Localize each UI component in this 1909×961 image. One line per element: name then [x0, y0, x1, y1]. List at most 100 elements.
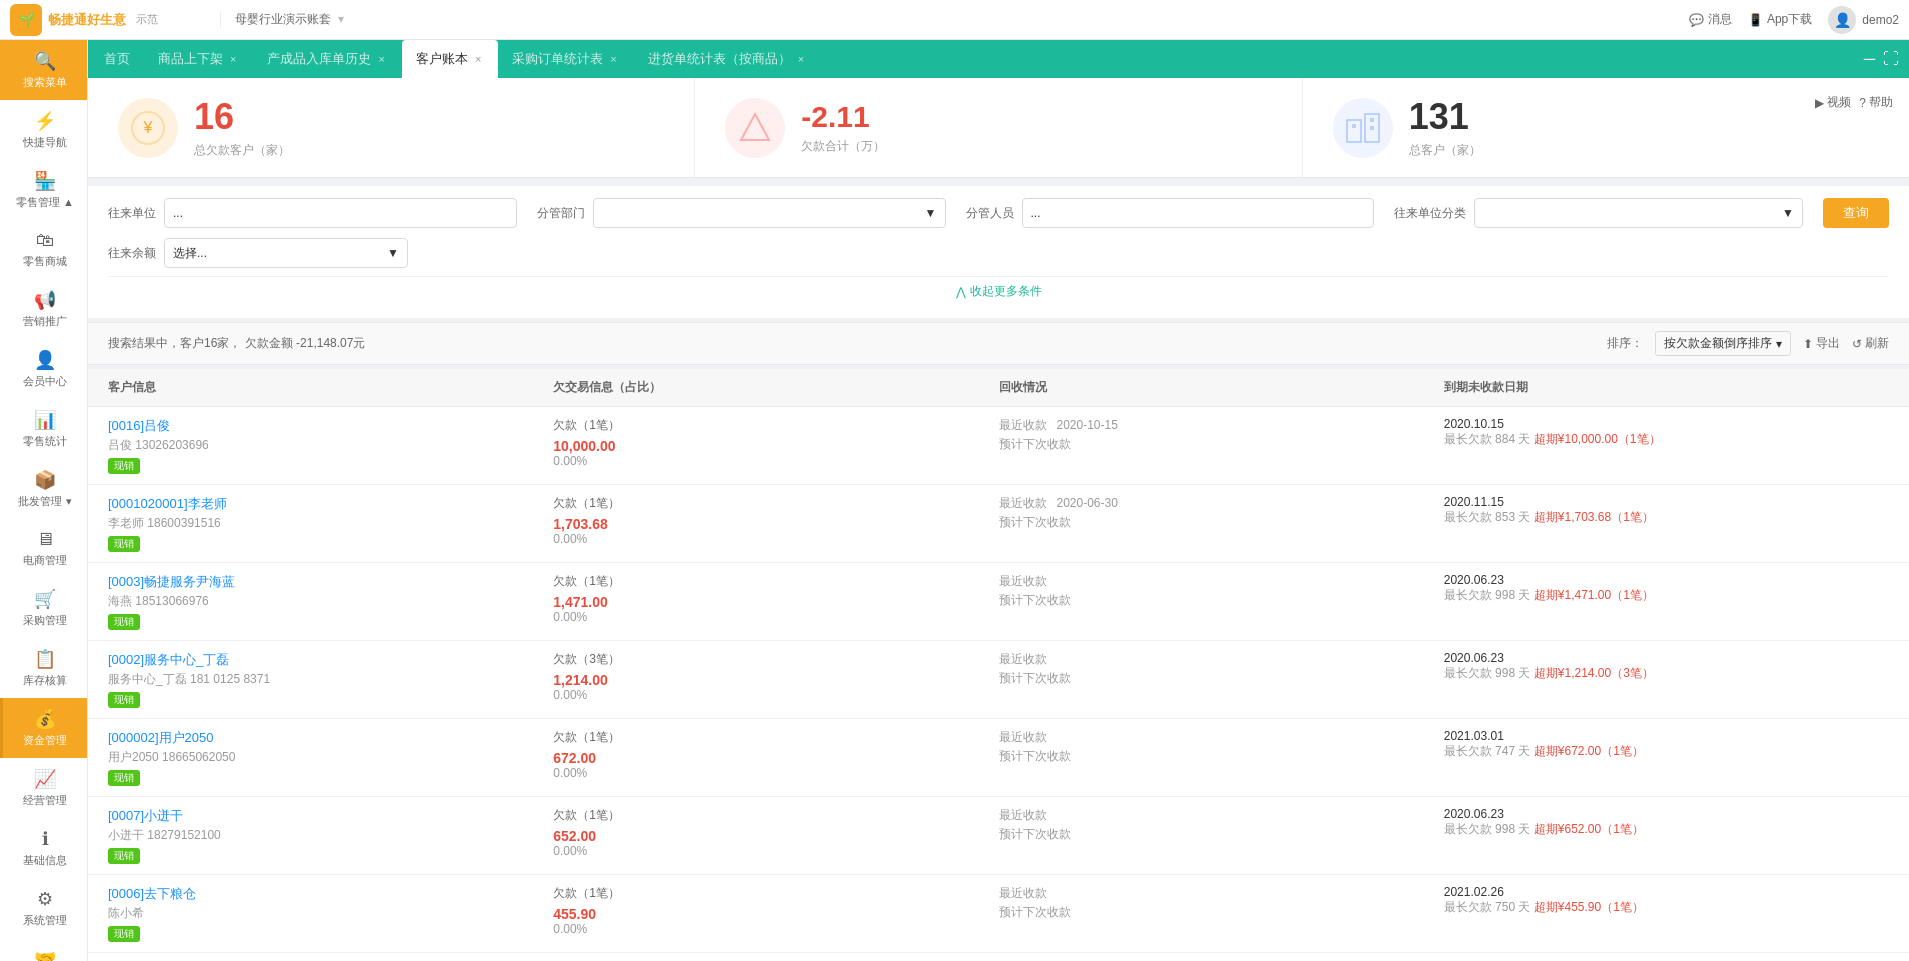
results-right: 排序： 按欠款金额倒序排序 ▾ ⬆ 导出 ↺ 刷新	[1607, 331, 1889, 356]
overdue-link[interactable]: 超期¥1,471.00（1笔）	[1534, 588, 1654, 602]
tab-purchase-stats-close[interactable]: ×	[795, 52, 807, 66]
help-btn[interactable]: ? 帮助	[1859, 94, 1893, 111]
stat-debt-amount-number: -2.11	[801, 100, 885, 134]
query-button[interactable]: 查询	[1823, 198, 1889, 228]
sidebar-item-marketing[interactable]: 📢 营销推广	[0, 279, 87, 339]
batch-mgmt-icon: 📦	[34, 469, 56, 491]
collapse-bar[interactable]: ⋀ 收起更多条件	[108, 276, 1889, 306]
sidebar-item-search[interactable]: 🔍 搜索菜单	[0, 40, 87, 100]
sidebar-item-biz-mgmt[interactable]: 📈 经营管理	[0, 758, 87, 818]
sort-select[interactable]: 按欠款金额倒序排序 ▾	[1655, 331, 1791, 356]
customer-name-link[interactable]: [000002]用户2050	[108, 730, 214, 745]
due-date-cell: 2021.02.26 最长欠款 750 天 超期¥455.90（1笔）	[1444, 885, 1889, 916]
collection-cell: 最近收款 预计下次收款	[999, 573, 1444, 609]
tab-purchase-stats[interactable]: 进货单统计表（按商品） ×	[634, 40, 821, 78]
tab-customer-account[interactable]: 客户账本 ×	[402, 40, 498, 78]
tab-product-inbound-close[interactable]: ×	[375, 52, 387, 66]
sort-arrow: ▾	[1776, 337, 1782, 351]
overdue-link[interactable]: 超期¥1,703.68（1笔）	[1534, 510, 1654, 524]
sidebar-item-quick-nav[interactable]: ⚡ 快捷导航	[0, 100, 87, 160]
last-collect-label: 最近收款	[999, 807, 1444, 824]
avatar: 👤	[1828, 6, 1856, 34]
customer-name-link[interactable]: [0007]小迸干	[108, 808, 183, 823]
overdue-link[interactable]: 超期¥10,000.00（1笔）	[1534, 432, 1661, 446]
due-date-cell: 2020.11.15 最长欠款 853 天 超期¥1,703.68（1笔）	[1444, 495, 1889, 526]
sidebar-label-inventory: 库存核算	[23, 673, 67, 688]
tab-purchase-order-close[interactable]: ×	[607, 52, 619, 66]
due-date-cell: 2020.06.23 最长欠款 998 天 超期¥1,214.00（3笔）	[1444, 651, 1889, 682]
overdue-link[interactable]: 超期¥1,214.00（3笔）	[1534, 666, 1654, 680]
sidebar-item-ecommerce[interactable]: 🖥 电商管理	[0, 519, 87, 578]
filter-unit-class-select[interactable]: ▼	[1474, 198, 1803, 228]
sidebar-item-member[interactable]: 👤 会员中心	[0, 339, 87, 399]
stat-debt-customers-info: 16 总欠款客户（家）	[194, 96, 290, 159]
tab-purchase-order[interactable]: 采购订单统计表 ×	[498, 40, 633, 78]
next-collect-label: 预计下次收款	[999, 904, 1444, 921]
help-label: 帮助	[1869, 94, 1893, 111]
results-bar: 搜索结果中，客户16家， 欠款金额 -21,148.07元 排序： 按欠款金额倒…	[88, 322, 1909, 365]
demo-tag: 示范	[136, 12, 158, 27]
collapse-label: 收起更多条件	[970, 283, 1042, 300]
export-btn[interactable]: ⬆ 导出	[1803, 335, 1840, 352]
tab-collapse-btn[interactable]: ─	[1864, 50, 1875, 68]
filter-dept-select[interactable]: ▼	[593, 198, 946, 228]
filter-from-unit-input[interactable]: ...	[164, 198, 517, 228]
purchase-mgmt-icon: 🛒	[34, 588, 56, 610]
video-btn[interactable]: ▶ 视频	[1815, 94, 1851, 111]
sidebar-item-enterprise[interactable]: 🤝 企业协同	[0, 938, 87, 961]
sidebar-item-retail-mgmt[interactable]: 🏪 零售管理 ▲	[0, 160, 87, 220]
customer-name-link[interactable]: [0002]服务中心_丁磊	[108, 652, 229, 667]
tab-product-inbound[interactable]: 产成品入库单历史 ×	[253, 40, 401, 78]
customer-name-link[interactable]: [0003]畅捷服务尹海蓝	[108, 574, 235, 589]
filter-balance-label: 往来余额	[108, 245, 156, 262]
user-menu[interactable]: 👤 demo2	[1828, 6, 1899, 34]
due-date: 2020.06.23	[1444, 807, 1889, 821]
sidebar-item-inventory[interactable]: 📋 库存核算	[0, 638, 87, 698]
tab-product-listing[interactable]: 商品上下架 ×	[144, 40, 253, 78]
tab-expand-btn[interactable]: ⛶	[1883, 50, 1899, 68]
filter-person-input[interactable]: ...	[1022, 198, 1375, 228]
last-collect-label: 最近收款	[999, 885, 1444, 902]
sidebar-label-search: 搜索菜单	[23, 75, 67, 90]
sidebar-item-finance[interactable]: 💰 资金管理	[0, 698, 87, 758]
sidebar-label-biz-mgmt: 经营管理	[23, 793, 67, 808]
message-label: 消息	[1708, 11, 1732, 28]
debt-info-cell: 欠款（1笔） 10,000.00 0.00%	[553, 417, 998, 468]
tab-product-listing-close[interactable]: ×	[227, 52, 239, 66]
tab-customer-account-close[interactable]: ×	[472, 52, 484, 66]
stat-total-customers-info: 131 总客户（家）	[1409, 96, 1481, 159]
sidebar-label-member: 会员中心	[23, 374, 67, 389]
overdue-link[interactable]: 超期¥652.00（1笔）	[1534, 822, 1644, 836]
customer-name-link[interactable]: [0016]吕俊	[108, 418, 170, 433]
sidebar-item-purchase-mgmt[interactable]: 🛒 采购管理	[0, 578, 87, 638]
debt-percent: 0.00%	[553, 610, 998, 624]
logo-area: 🌱 畅捷通好生意 示范	[10, 4, 210, 36]
industry-selector[interactable]: 母婴行业演示账套 ▾	[220, 11, 344, 28]
app-download-btn[interactable]: 📱 App下载	[1748, 11, 1812, 28]
filter-balance-select[interactable]: 选择... ▼	[164, 238, 408, 268]
debt-amount: 10,000.00	[553, 438, 998, 454]
overdue-link[interactable]: 超期¥455.90（1笔）	[1534, 900, 1644, 914]
message-btn[interactable]: 💬 消息	[1689, 11, 1732, 28]
sidebar-item-basic-info[interactable]: ℹ 基础信息	[0, 818, 87, 878]
sidebar-item-batch-mgmt[interactable]: 📦 批发管理 ▾	[0, 459, 87, 519]
filter-unit-class-label: 往来单位分类	[1394, 205, 1466, 222]
quick-nav-icon: ⚡	[34, 110, 56, 132]
tab-purchase-stats-label: 进货单统计表（按商品）	[648, 50, 791, 68]
next-collect-label: 预计下次收款	[999, 748, 1444, 765]
sidebar-item-retail-stats[interactable]: 📊 零售统计	[0, 399, 87, 459]
tab-bar: 首页 商品上下架 × 产成品入库单历史 × 客户账本 × 采购订单统计表 ×	[88, 40, 1909, 78]
overdue-link[interactable]: 超期¥672.00（1笔）	[1534, 744, 1644, 758]
sidebar-item-system[interactable]: ⚙ 系统管理	[0, 878, 87, 938]
video-label: 视频	[1827, 94, 1851, 111]
filter-unit-class-arrow: ▼	[1782, 206, 1794, 220]
stat-total-customers-icon	[1333, 98, 1393, 158]
customer-name-link[interactable]: [0006]去下粮仓	[108, 886, 196, 901]
tab-home[interactable]: 首页	[90, 40, 144, 78]
table-row: [000002]用户2050 用户2050 18665062050 现销 欠款（…	[88, 719, 1909, 797]
sidebar-item-retail-mall[interactable]: 🛍 零售商城	[0, 220, 87, 279]
stat-total-customers-label: 总客户（家）	[1409, 142, 1481, 159]
filter-unit-class: 往来单位分类 ▼	[1394, 198, 1803, 228]
customer-name-link[interactable]: [0001020001]李老师	[108, 496, 227, 511]
refresh-btn[interactable]: ↺ 刷新	[1852, 335, 1889, 352]
